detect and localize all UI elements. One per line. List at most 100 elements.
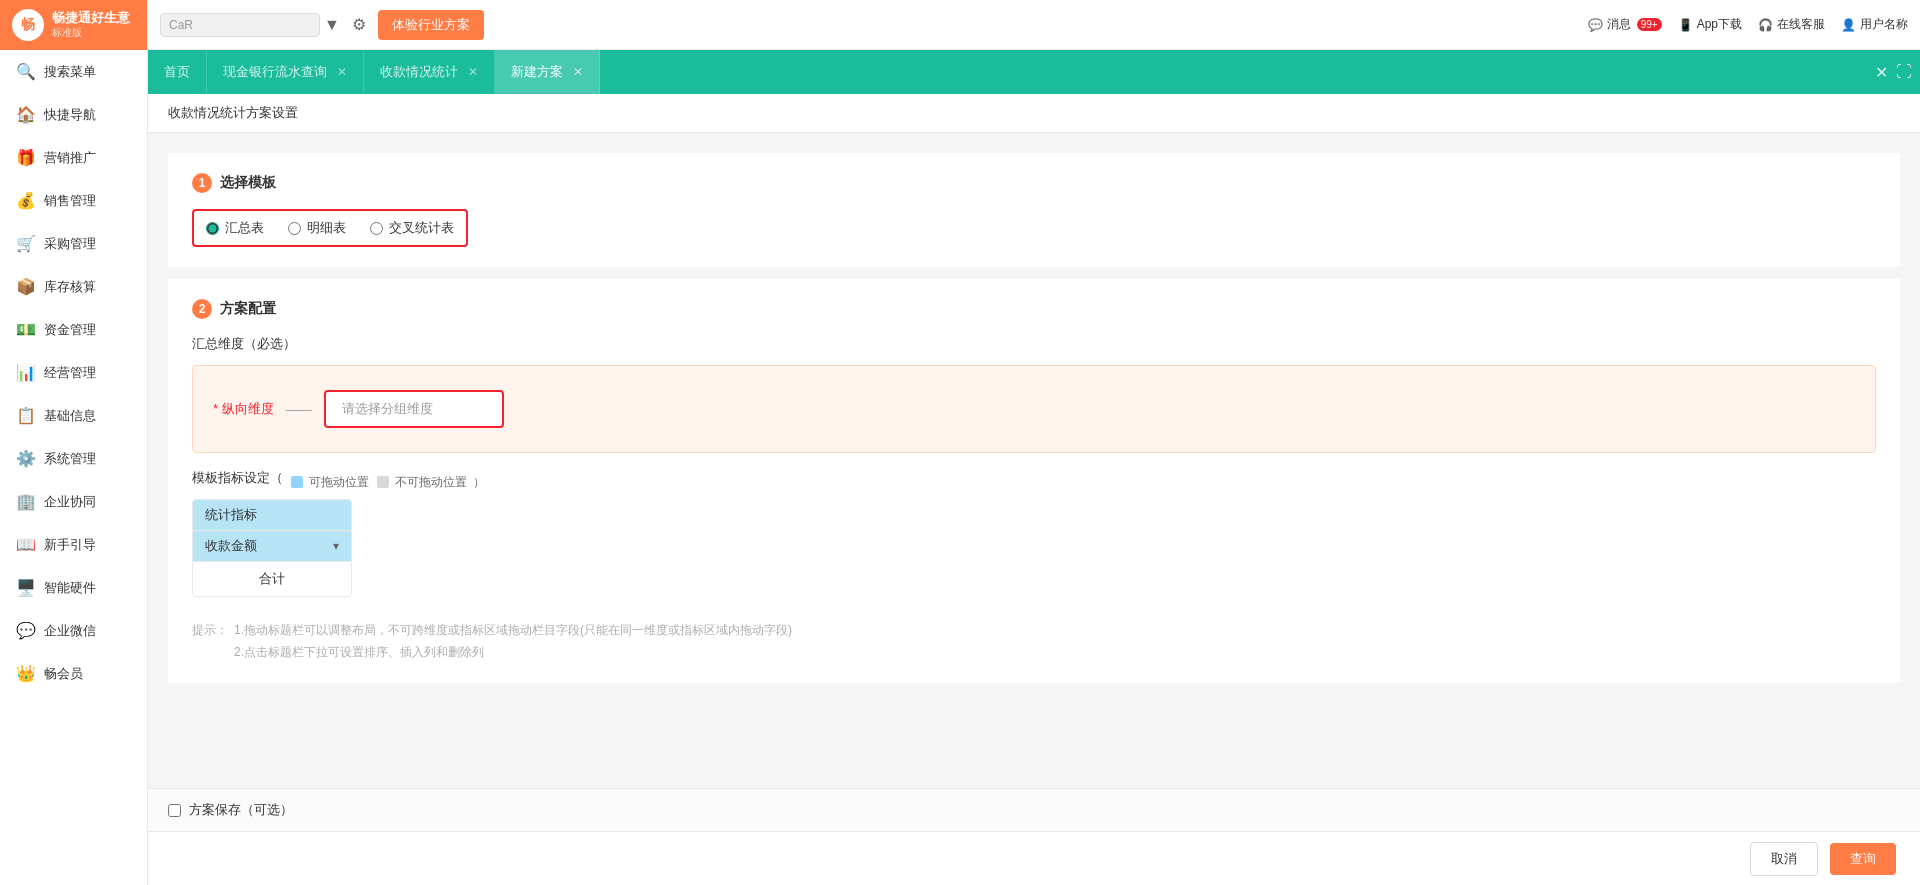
sidebar-item-inventory[interactable]: 📦 库存核算 — [0, 265, 147, 308]
radio-summary[interactable]: 汇总表 — [206, 219, 264, 237]
radio-detail[interactable]: 明细表 — [288, 219, 346, 237]
sidebar-item-enterprise[interactable]: 🏢 企业协同 — [0, 480, 147, 523]
download-item[interactable]: 📱 App下载 — [1678, 16, 1742, 33]
radio-crosstab-label: 交叉统计表 — [389, 219, 454, 237]
total-row: 合计 — [193, 561, 351, 596]
tip-1: 提示： 1.拖动标题栏可以调整布局，不可跨维度或指标区域拖动栏目字段(只能在同一… — [192, 620, 1876, 642]
topbar-right: 💬 消息 99+ 📱 App下载 🎧 在线客服 👤 用户名称 — [1588, 16, 1908, 33]
indicator-section: 模板指标设定（ 可拖动位置 不可拖动位置 ） 统计指 — [192, 469, 1876, 600]
tab-cash-flow-close-icon[interactable]: ✕ — [337, 65, 347, 79]
tab-new-plan[interactable]: 新建方案 ✕ — [495, 50, 600, 94]
step2-label: 方案配置 — [220, 300, 276, 318]
user-name: 用户名称 — [1860, 16, 1908, 33]
template-section: 1 选择模板 汇总表 明细表 交叉统计表 — [168, 153, 1900, 267]
tip-2-text: 2.点击标题栏下拉可设置排序、插入列和删除列 — [234, 642, 484, 664]
hardware-icon: 🖥️ — [16, 578, 36, 597]
dimension-selector[interactable]: 请选择分组维度 — [324, 390, 504, 428]
config-section: 2 方案配置 汇总维度（必选） * 纵向维度 —— 请选择分组维度 模板指标设定… — [168, 279, 1900, 683]
indicator-table-header: 统计指标 — [193, 500, 351, 530]
content-body: 1 选择模板 汇总表 明细表 交叉统计表 — [148, 133, 1920, 788]
sidebar-item-label: 快捷导航 — [44, 106, 96, 124]
service-icon: 🎧 — [1758, 18, 1773, 32]
dropdown-arrow-icon[interactable]: ▼ — [324, 16, 340, 34]
message-icon: 💬 — [1588, 18, 1603, 32]
radio-crosstab[interactable]: 交叉统计表 — [370, 219, 454, 237]
cancel-button[interactable]: 取消 — [1750, 842, 1818, 876]
tab-cash-flow[interactable]: 现金银行流水查询 ✕ — [207, 50, 364, 94]
tab-collection-stat[interactable]: 收款情况统计 ✕ — [364, 50, 495, 94]
sidebar-item-marketing[interactable]: 🎁 营销推广 — [0, 136, 147, 179]
radio-detail-input[interactable] — [288, 222, 301, 235]
sidebar-item-label: 搜索菜单 — [44, 63, 96, 81]
sidebar-item-label: 营销推广 — [44, 149, 96, 167]
system-icon: ⚙️ — [16, 449, 36, 468]
tab-new-plan-close-icon[interactable]: ✕ — [573, 65, 583, 79]
tab-collection-stat-close-icon[interactable]: ✕ — [468, 65, 478, 79]
search-input[interactable] — [160, 13, 320, 37]
settings-gear-icon[interactable]: ⚙ — [352, 15, 366, 34]
sidebar-item-guide[interactable]: 📖 新手引导 — [0, 523, 147, 566]
tip-2: 提示： 2.点击标题栏下拉可设置排序、插入列和删除列 — [192, 642, 1876, 664]
sidebar-item-system[interactable]: ⚙️ 系统管理 — [0, 437, 147, 480]
sidebar-item-hardware[interactable]: 🖥️ 智能硬件 — [0, 566, 147, 609]
legend-draggable-dot — [291, 476, 303, 488]
download-label: App下载 — [1697, 16, 1742, 33]
sidebar-item-label: 智能硬件 — [44, 579, 96, 597]
sales-icon: 💰 — [16, 191, 36, 210]
download-icon: 📱 — [1678, 18, 1693, 32]
marketing-icon: 🎁 — [16, 148, 36, 167]
tab-home[interactable]: 首页 — [148, 50, 207, 94]
save-checkbox[interactable] — [168, 804, 181, 817]
sidebar-item-sales[interactable]: 💰 销售管理 — [0, 179, 147, 222]
indicator-legend-row: 模板指标设定（ 可拖动位置 不可拖动位置 ） — [192, 469, 1876, 495]
sidebar-item-label: 企业协同 — [44, 493, 96, 511]
sidebar-item-member[interactable]: 👑 畅会员 — [0, 652, 147, 695]
message-item[interactable]: 💬 消息 99+ — [1588, 16, 1662, 33]
sidebar-item-finance[interactable]: 💵 资金管理 — [0, 308, 147, 351]
member-icon: 👑 — [16, 664, 36, 683]
sidebar: 畅 畅捷通好生意 标准版 🔍 搜索菜单 🏠 快捷导航 🎁 营销推广 💰 销售管理… — [0, 0, 148, 885]
vertical-dimension-label: * 纵向维度 — [213, 400, 274, 418]
sidebar-item-purchase[interactable]: 🛒 采购管理 — [0, 222, 147, 265]
tab-new-plan-label: 新建方案 — [511, 63, 563, 81]
tab-cash-flow-label: 现金银行流水查询 — [223, 63, 327, 81]
dimension-section-label: 汇总维度（必选） — [192, 335, 1876, 353]
step2-title: 2 方案配置 — [192, 299, 1876, 319]
operations-icon: 📊 — [16, 363, 36, 382]
save-bar: 方案保存（可选） — [148, 788, 1920, 831]
content-area: 收款情况统计方案设置 1 选择模板 汇总表 明细表 — [148, 94, 1920, 885]
radio-summary-input[interactable] — [206, 222, 219, 235]
collection-amount-header[interactable]: 收款金额 ▾ — [193, 530, 351, 561]
query-button[interactable]: 查询 — [1830, 843, 1896, 875]
dimension-row: * 纵向维度 —— 请选择分组维度 — [213, 390, 1855, 428]
collection-amount-label: 收款金额 — [205, 537, 257, 555]
sidebar-item-search-menu[interactable]: 🔍 搜索菜单 — [0, 50, 147, 93]
tab-close-action-icon[interactable]: ✕ — [1875, 63, 1888, 82]
indicator-setting-label: 模板指标设定（ — [192, 469, 283, 487]
service-item[interactable]: 🎧 在线客服 — [1758, 16, 1825, 33]
industry-plan-button[interactable]: 体验行业方案 — [378, 10, 484, 40]
inventory-icon: 📦 — [16, 277, 36, 296]
finance-icon: 💵 — [16, 320, 36, 339]
tab-collection-stat-label: 收款情况统计 — [380, 63, 458, 81]
collection-amount-chevron-icon[interactable]: ▾ — [333, 539, 339, 553]
dimension-area: * 纵向维度 —— 请选择分组维度 — [192, 365, 1876, 453]
user-area[interactable]: 👤 用户名称 — [1841, 16, 1908, 33]
tab-maximize-action-icon[interactable]: ⛶ — [1896, 63, 1912, 81]
page-title: 收款情况统计方案设置 — [168, 105, 298, 120]
sidebar-item-operations[interactable]: 📊 经营管理 — [0, 351, 147, 394]
sidebar-item-label: 畅会员 — [44, 665, 83, 683]
step1-badge: 1 — [192, 173, 212, 193]
sidebar-item-wechat[interactable]: 💬 企业微信 — [0, 609, 147, 652]
legend-fixed-label: 不可拖动位置 — [395, 474, 467, 491]
search-menu-icon: 🔍 — [16, 62, 36, 81]
sidebar-item-basic-info[interactable]: 📋 基础信息 — [0, 394, 147, 437]
content-header: 收款情况统计方案设置 — [148, 94, 1920, 133]
sidebar-item-quick-nav[interactable]: 🏠 快捷导航 — [0, 93, 147, 136]
sidebar-item-label: 采购管理 — [44, 235, 96, 253]
step1-title: 1 选择模板 — [192, 173, 1876, 193]
tip-label: 提示： — [192, 620, 228, 642]
radio-crosstab-input[interactable] — [370, 222, 383, 235]
sidebar-item-label: 库存核算 — [44, 278, 96, 296]
tips-section: 提示： 1.拖动标题栏可以调整布局，不可跨维度或指标区域拖动栏目字段(只能在同一… — [192, 620, 1876, 663]
